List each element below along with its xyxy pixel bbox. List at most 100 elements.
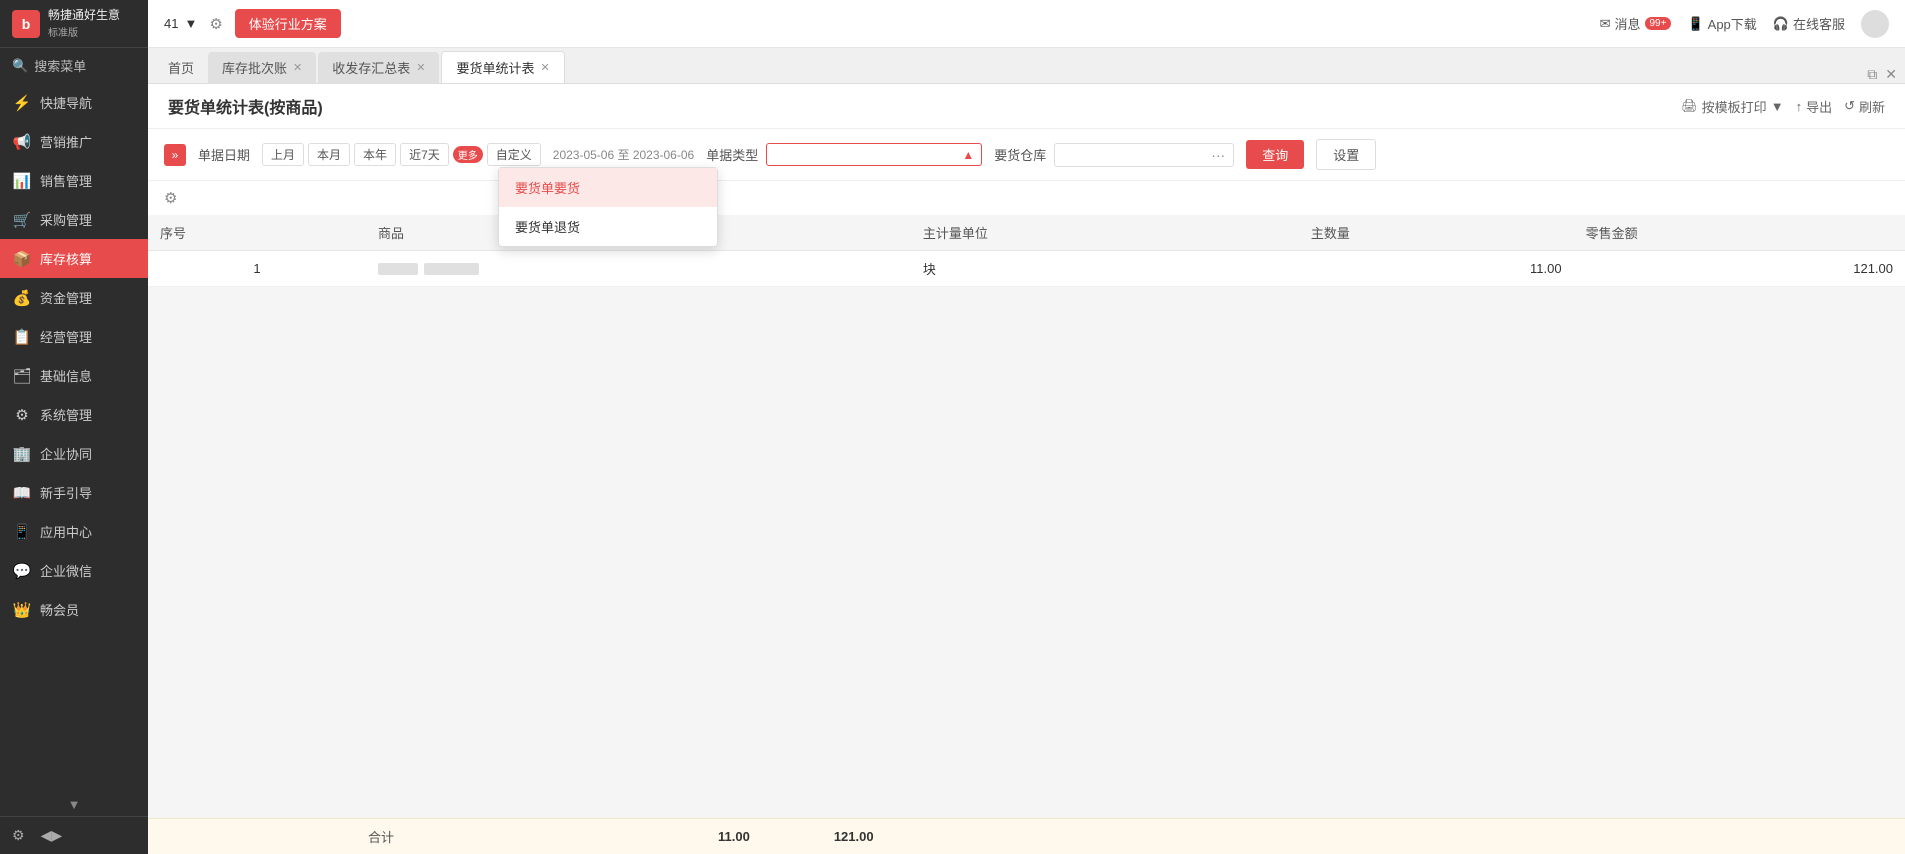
dropdown-item-order-return[interactable]: 要货单退货 — [499, 207, 717, 246]
table-footer: 合计 11.00 121.00 — [148, 818, 1905, 854]
tab-order-stats[interactable]: 要货单统计表 ✕ — [441, 51, 564, 83]
system-icon: ⚙ — [12, 406, 32, 424]
tab-close-inventory-batch[interactable]: ✕ — [293, 61, 302, 74]
cell-product — [366, 251, 911, 287]
warehouse-more-icon[interactable]: ··· — [1211, 147, 1225, 163]
col-quantity: 主数量 — [1299, 215, 1574, 251]
sidebar-item-inventory[interactable]: 📦 库存核算 — [0, 239, 148, 278]
sidebar-bottom: ⚙ ◀▶ — [0, 816, 148, 854]
sidebar-item-marketing[interactable]: 📢 营销推广 — [0, 122, 148, 161]
sidebar-item-operations[interactable]: 📋 经营管理 — [0, 317, 148, 356]
search-menu[interactable]: 🔍 搜索菜单 — [0, 48, 148, 83]
col-index: 序号 — [148, 215, 366, 251]
custom-date-button[interactable]: 自定义 — [487, 143, 541, 166]
sidebar-item-finance[interactable]: 💰 资金管理 — [0, 278, 148, 317]
type-label: 单据类型 — [706, 145, 758, 164]
filter-settings-button[interactable]: 设置 — [1316, 139, 1376, 170]
page-title: 要货单统计表(按商品) — [168, 94, 323, 118]
print-button[interactable]: 🖨 按模板打印 ▼ — [1681, 97, 1783, 116]
cell-unit: 块 — [911, 251, 1299, 287]
filter-bar: » 单据日期 上月 本月 本年 近7天 更多 自定义 2023-05-06 至 … — [148, 129, 1905, 181]
app-icon: 📱 — [12, 523, 32, 541]
footer-quantity: 11.00 — [706, 829, 762, 844]
tab-home[interactable]: 首页 — [156, 52, 206, 83]
basic-icon: 🗂 — [12, 367, 32, 385]
type-select-container: ▲ — [766, 143, 982, 166]
type-select-input[interactable] — [766, 143, 982, 166]
window-close-button[interactable]: ✕ — [1885, 66, 1897, 83]
sidebar-item-system[interactable]: ⚙ 系统管理 — [0, 395, 148, 434]
window-restore-button[interactable]: ⧉ — [1867, 66, 1877, 83]
table-row: 1 块 11.00 121.00 — [148, 251, 1905, 287]
sidebar-nav: ⚡ 快捷导航 📢 营销推广 📊 销售管理 🛒 采购管理 📦 库存核算 💰 资金管… — [0, 83, 148, 793]
print-icon: 🖨 — [1681, 98, 1698, 114]
tab-close-receive-summary[interactable]: ✕ — [416, 61, 425, 74]
sidebar-item-guide[interactable]: 📖 新手引导 — [0, 473, 148, 512]
sidebar-item-sales[interactable]: 📊 销售管理 — [0, 161, 148, 200]
sidebar-logo: b 畅捷通好生意 标准版 — [0, 0, 148, 48]
more-badge: 更多 — [453, 146, 483, 163]
sidebar-item-member[interactable]: 👑 畅会员 — [0, 590, 148, 629]
table-toolbar: ⚙ — [148, 181, 1905, 215]
export-icon: ↑ — [1796, 99, 1803, 114]
type-dropdown: 要货单要货 要货单退货 — [498, 167, 718, 247]
guide-icon: 📖 — [12, 484, 32, 502]
chevron-down-icon: ▼ — [184, 16, 197, 31]
col-unit: 主计量单位 — [911, 215, 1299, 251]
online-service-button[interactable]: 🎧 在线客服 — [1773, 14, 1845, 33]
table-container: ⚙ 序号 商品 主计量单位 主数量 零售金额 1 — [148, 181, 1905, 287]
sidebar-scroll-down[interactable]: ▼ — [0, 793, 148, 816]
header-gear-icon[interactable]: ⚙ — [209, 15, 222, 33]
app-download-button[interactable]: 📱 App下载 — [1687, 14, 1756, 33]
sidebar-item-enterprise[interactable]: 🏢 企业协同 — [0, 434, 148, 473]
tab-inventory-batch[interactable]: 库存批次账 ✕ — [208, 52, 316, 83]
header: 41 ▼ ⚙ 体验行业方案 ✉ 消息 99+ 📱 App下载 🎧 在线客服 — [148, 0, 1905, 48]
date-label: 单据日期 — [198, 145, 250, 164]
header-right: ✉ 消息 99+ 📱 App下载 🎧 在线客服 — [1600, 10, 1889, 38]
table-footer-wrapper: 合计 11.00 121.00 — [148, 818, 1905, 854]
filter-expand-button[interactable]: » — [164, 144, 186, 166]
data-table: 序号 商品 主计量单位 主数量 零售金额 1 — [148, 215, 1905, 287]
type-filter-section: 单据类型 ▲ — [706, 143, 982, 166]
enterprise-icon: 🏢 — [12, 445, 32, 463]
finance-icon: 💰 — [12, 289, 32, 307]
sidebar-item-purchase[interactable]: 🛒 采购管理 — [0, 200, 148, 239]
brand-text: 畅捷通好生意 标准版 — [48, 8, 120, 39]
phone-icon: 📱 — [1687, 16, 1703, 32]
warehouse-label: 要货仓库 — [994, 145, 1046, 164]
dropdown-item-order-goods[interactable]: 要货单要货 — [499, 168, 717, 207]
quick-nav-icon: ⚡ — [12, 94, 32, 112]
export-button[interactable]: ↑ 导出 — [1796, 97, 1833, 116]
date-range-display: 2023-05-06 至 2023-06-06 — [553, 146, 694, 163]
refresh-icon: ↺ — [1844, 98, 1855, 114]
col-amount: 零售金额 — [1574, 215, 1905, 251]
table-settings-icon[interactable]: ⚙ — [164, 189, 177, 207]
this-month-button[interactable]: 本月 — [308, 143, 350, 166]
collapse-button[interactable]: ◀▶ — [41, 827, 63, 844]
message-icon: ✉ — [1600, 16, 1611, 32]
sidebar-item-wechat[interactable]: 💬 企业微信 — [0, 551, 148, 590]
company-selector[interactable]: 41 ▼ — [164, 16, 197, 31]
tab-receive-summary[interactable]: 收发存汇总表 ✕ — [318, 52, 439, 83]
trial-button[interactable]: 体验行业方案 — [235, 9, 341, 38]
content-area: 要货单统计表(按商品) 🖨 按模板打印 ▼ ↑ 导出 ↺ 刷新 » — [148, 84, 1905, 854]
wechat-icon: 💬 — [12, 562, 32, 580]
product-name-placeholder — [378, 263, 899, 275]
query-button[interactable]: 查询 — [1246, 140, 1304, 169]
sidebar-item-quick-nav[interactable]: ⚡ 快捷导航 — [0, 83, 148, 122]
brand-icon: b — [12, 10, 40, 38]
sidebar-item-basic[interactable]: 🗂 基础信息 — [0, 356, 148, 395]
last-7days-button[interactable]: 近7天 — [400, 143, 449, 166]
this-year-button[interactable]: 本年 — [354, 143, 396, 166]
settings-button[interactable]: ⚙ — [12, 827, 25, 844]
member-icon: 👑 — [12, 601, 32, 619]
last-month-button[interactable]: 上月 — [262, 143, 304, 166]
messages-button[interactable]: ✉ 消息 99+ — [1600, 14, 1672, 33]
refresh-button[interactable]: ↺ 刷新 — [1844, 97, 1885, 116]
avatar[interactable] — [1861, 10, 1889, 38]
tab-close-order-stats[interactable]: ✕ — [541, 61, 550, 74]
warehouse-input[interactable]: ··· — [1054, 143, 1234, 167]
sidebar-item-app[interactable]: 📱 应用中心 — [0, 512, 148, 551]
window-controls: ⧉ ✕ — [1867, 66, 1897, 83]
footer-amount: 121.00 — [822, 829, 886, 844]
